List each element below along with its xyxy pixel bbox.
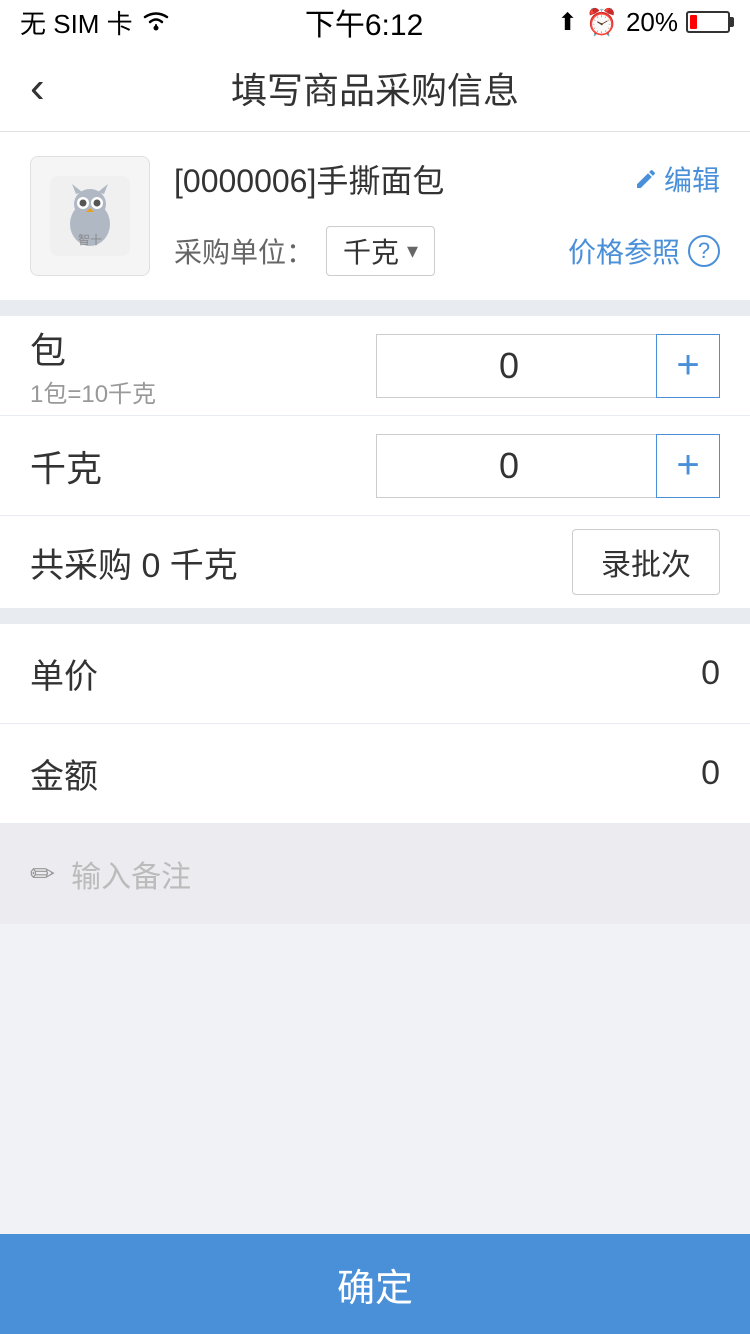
kg-label: 千克 [30, 440, 150, 492]
batch-button[interactable]: 录批次 [572, 529, 720, 595]
nav-bar: ‹ 填写商品采购信息 [0, 44, 750, 132]
alarm-icon: ⏰ [586, 7, 618, 38]
unit-dropdown-arrow: ▾ [407, 238, 418, 264]
edit-button[interactable]: 编辑 [634, 159, 720, 199]
product-logo: 智十 [50, 176, 130, 256]
svg-text:智十: 智十 [78, 232, 102, 247]
confirm-button[interactable]: 确定 [0, 1234, 750, 1334]
bao-sub-label: 1包=10千克 [30, 374, 156, 409]
status-bar: 无 SIM 卡 下午6:12 ⬆ ⏰ 20% [0, 0, 750, 44]
amount-value: 0 [701, 754, 720, 793]
status-time: 下午6:12 [305, 0, 423, 44]
wifi-icon [141, 7, 171, 38]
battery-icon [686, 11, 730, 33]
edit-icon [634, 167, 658, 191]
price-section: 单价 0 金额 0 [0, 624, 750, 824]
location-icon: ⬆ [557, 8, 577, 37]
summary-text: 共采购 0 千克 [30, 538, 238, 587]
unit-price-value: 0 [701, 654, 720, 693]
pencil-icon: ✏ [30, 857, 55, 892]
unit-label: 采购单位： [174, 231, 314, 271]
product-thumbnail: 智十 [30, 156, 150, 276]
unit-price-row: 单价 0 [0, 624, 750, 724]
page-title: 填写商品采购信息 [231, 62, 519, 114]
divider-1 [0, 308, 750, 316]
kg-input-row: 千克 + [0, 416, 750, 516]
product-info: [0000006]手撕面包 编辑 采购单位： 千克 ▾ 价格参照 ? [174, 156, 720, 276]
bao-label: 包 [30, 322, 156, 374]
price-ref-button[interactable]: 价格参照 ? [568, 231, 720, 271]
bao-plus-button[interactable]: + [656, 334, 720, 398]
bao-input-row: 包 1包=10千克 + [0, 316, 750, 416]
remark-placeholder: 输入备注 [71, 852, 191, 896]
kg-plus-button[interactable]: + [656, 434, 720, 498]
unit-selector[interactable]: 千克 ▾ [326, 226, 435, 276]
price-ref-help-icon: ? [688, 235, 720, 267]
kg-input[interactable] [376, 434, 656, 498]
amount-row: 金额 0 [0, 724, 750, 824]
unit-price-label: 单价 [30, 649, 98, 698]
remark-section[interactable]: ✏ 输入备注 [0, 824, 750, 924]
content-spacer [0, 924, 750, 1234]
status-bar-right: ⬆ ⏰ 20% [557, 7, 730, 38]
product-card: 智十 [0000006]手撕面包 编辑 采购单位： 千克 ▾ [0, 132, 750, 308]
amount-label: 金额 [30, 749, 98, 798]
status-bar-left: 无 SIM 卡 [20, 4, 171, 41]
divider-2 [0, 616, 750, 624]
summary-row: 共采购 0 千克 录批次 [0, 516, 750, 616]
carrier-text: 无 SIM 卡 [20, 4, 133, 41]
bao-input[interactable] [376, 334, 656, 398]
battery-percent: 20% [626, 7, 678, 38]
input-section: 包 1包=10千克 + 千克 + [0, 316, 750, 516]
back-button[interactable]: ‹ [30, 66, 45, 110]
product-name: [0000006]手撕面包 [174, 156, 444, 202]
